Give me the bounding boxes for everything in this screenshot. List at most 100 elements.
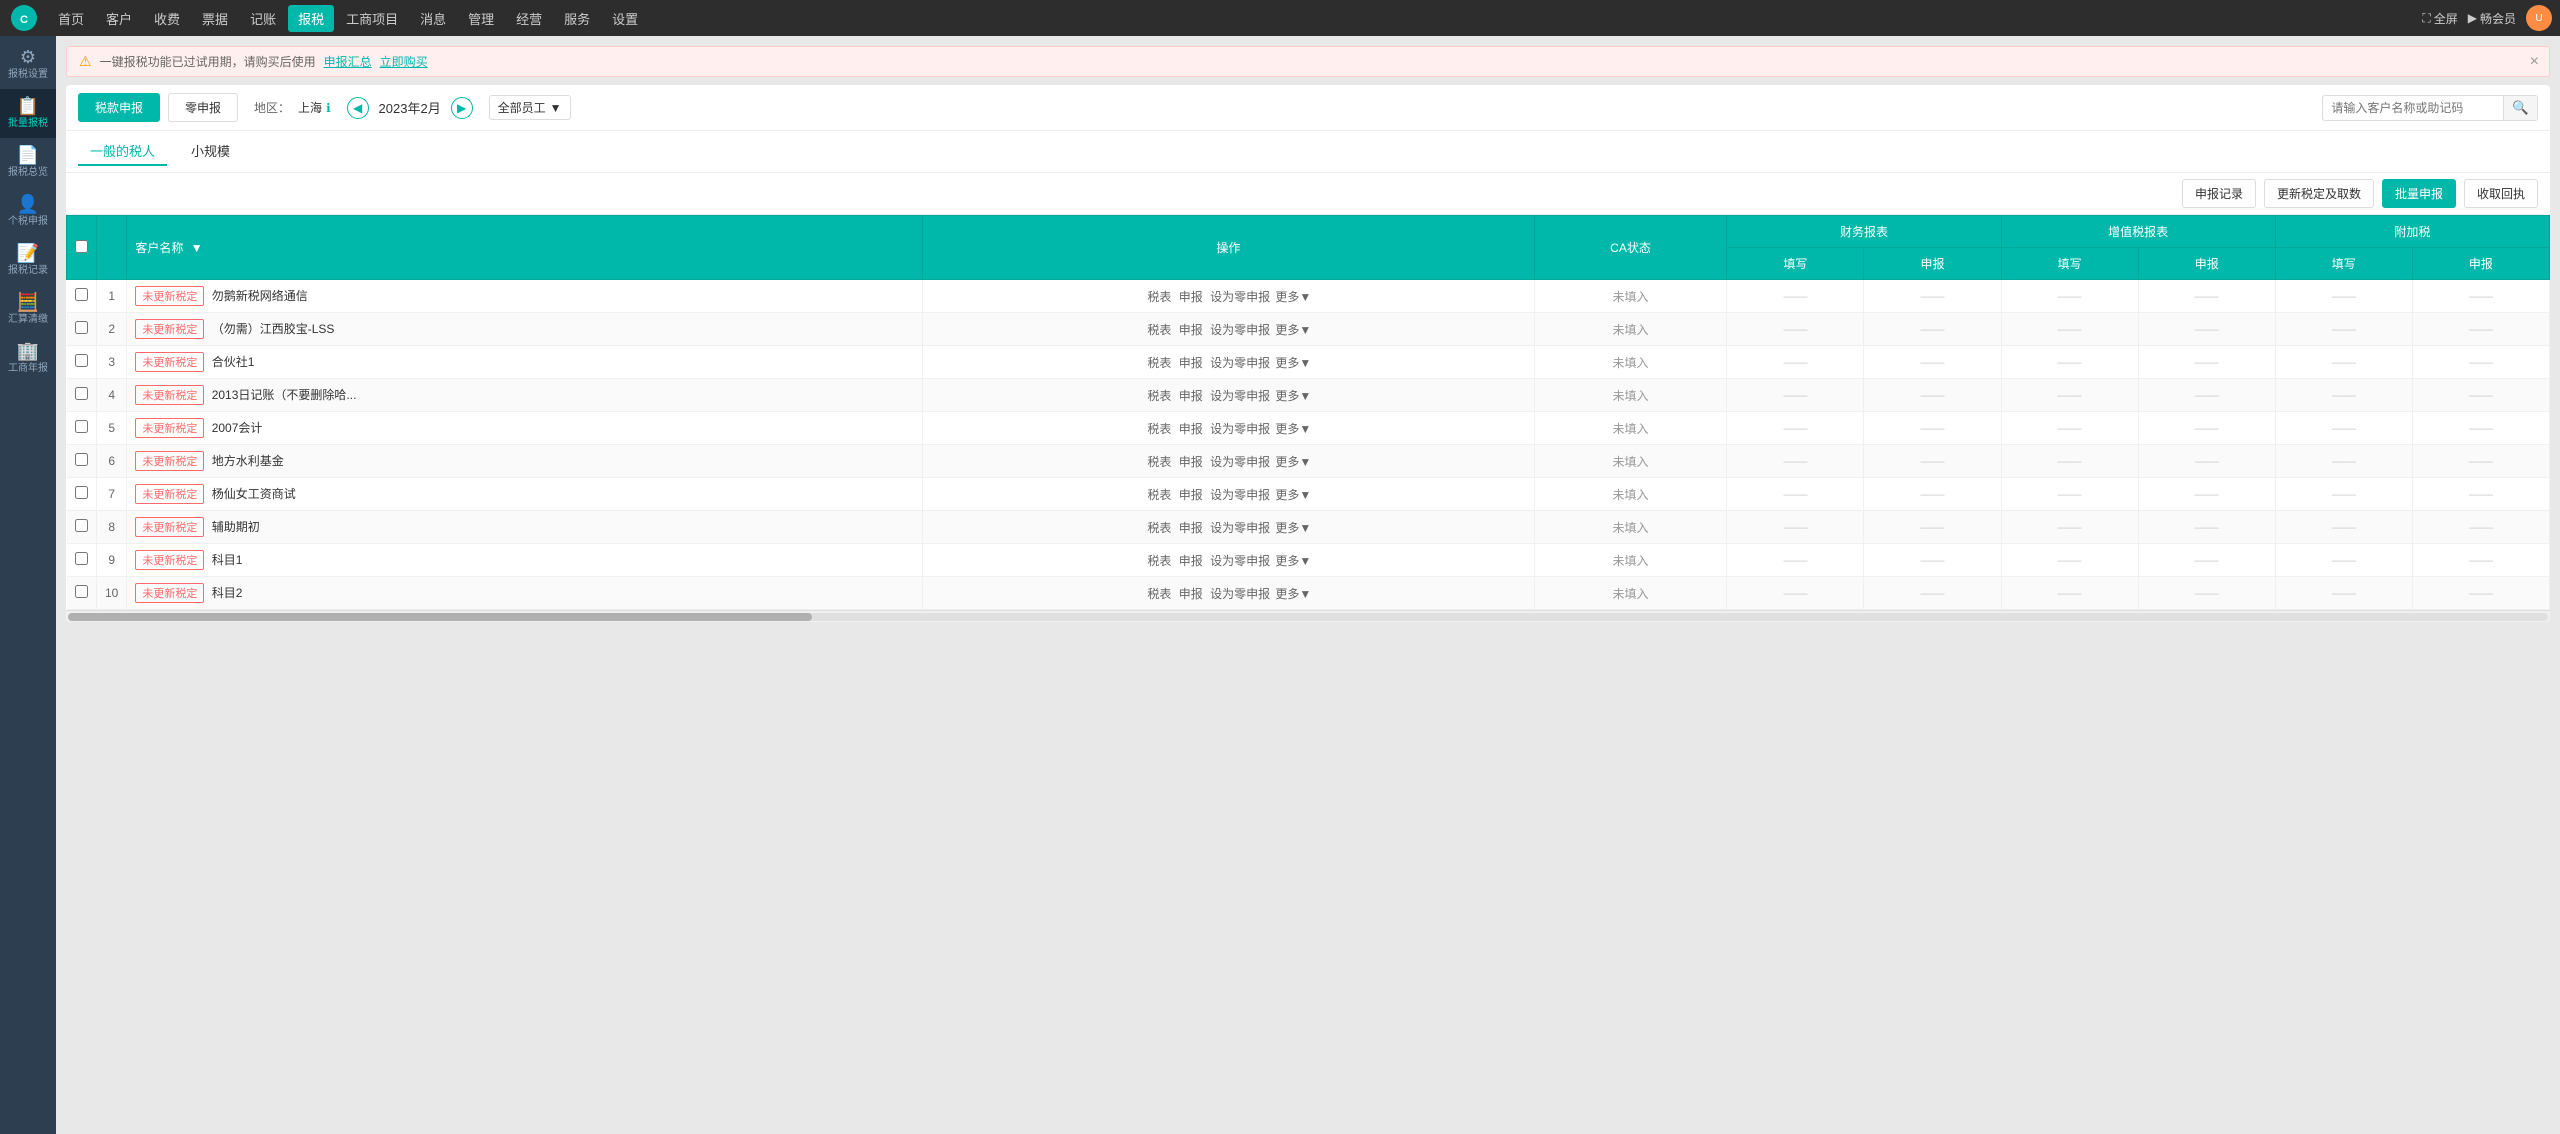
th-checkbox xyxy=(67,216,97,280)
op-declare[interactable]: 申报 xyxy=(1179,488,1203,502)
next-month-button[interactable]: ▶ xyxy=(451,97,473,119)
op-declare[interactable]: 申报 xyxy=(1179,323,1203,337)
op-declare[interactable]: 申报 xyxy=(1179,455,1203,469)
row-checkbox[interactable] xyxy=(75,486,88,499)
fullscreen-button[interactable]: ⛶ 全屏 xyxy=(2422,10,2457,27)
row-fin-declare: —— xyxy=(1864,445,2001,478)
notice-close-button[interactable]: × xyxy=(2530,53,2539,71)
op-set-zero[interactable]: 设为零申报 xyxy=(1210,455,1270,469)
op-set-zero[interactable]: 设为零申报 xyxy=(1210,356,1270,370)
select-all-checkbox[interactable] xyxy=(75,240,88,253)
collect-receipt-button[interactable]: 收取回执 xyxy=(2464,179,2538,208)
nav-business[interactable]: 工商项目 xyxy=(336,5,408,32)
row-checkbox-cell xyxy=(67,478,97,511)
sidebar-item-annual-report[interactable]: 🏢 工商年报 xyxy=(0,334,56,383)
search-input[interactable] xyxy=(2323,97,2503,119)
op-more[interactable]: 更多▼ xyxy=(1275,554,1311,568)
op-set-zero[interactable]: 设为零申报 xyxy=(1210,488,1270,502)
notice-link-summary[interactable]: 申报汇总 xyxy=(324,53,372,70)
op-tax-form[interactable]: 税表 xyxy=(1147,323,1171,337)
user-avatar[interactable]: U xyxy=(2526,5,2552,31)
op-more[interactable]: 更多▼ xyxy=(1275,356,1311,370)
op-declare[interactable]: 申报 xyxy=(1179,587,1203,601)
op-more[interactable]: 更多▼ xyxy=(1275,488,1311,502)
op-tax-form[interactable]: 税表 xyxy=(1147,389,1171,403)
nav-operations[interactable]: 经营 xyxy=(506,5,552,32)
op-set-zero[interactable]: 设为零申报 xyxy=(1210,587,1270,601)
tab-small-scale[interactable]: 小规模 xyxy=(179,137,242,166)
op-tax-form[interactable]: 税表 xyxy=(1147,554,1171,568)
op-set-zero[interactable]: 设为零申报 xyxy=(1210,290,1270,304)
nav-messages[interactable]: 消息 xyxy=(410,5,456,32)
op-more[interactable]: 更多▼ xyxy=(1275,587,1311,601)
op-tax-form[interactable]: 税表 xyxy=(1147,356,1171,370)
sidebar-item-tax-overview[interactable]: 📄 报税总览 xyxy=(0,138,56,187)
op-more[interactable]: 更多▼ xyxy=(1275,422,1311,436)
customer-name-text: 2013日记账（不要删除哈... xyxy=(212,388,357,402)
sidebar-item-tax-settings[interactable]: ⚙ 报税设置 xyxy=(0,40,56,89)
row-checkbox-cell xyxy=(67,412,97,445)
search-button[interactable]: 🔍 xyxy=(2503,96,2537,120)
nav-management[interactable]: 管理 xyxy=(458,5,504,32)
op-declare[interactable]: 申报 xyxy=(1179,290,1203,304)
sort-icon[interactable]: ▼ xyxy=(191,241,203,255)
row-checkbox[interactable] xyxy=(75,453,88,466)
tab-tax-declaration[interactable]: 税款申报 xyxy=(78,93,160,122)
row-tax-declare: —— xyxy=(2138,313,2275,346)
op-set-zero[interactable]: 设为零申报 xyxy=(1210,323,1270,337)
op-more[interactable]: 更多▼ xyxy=(1275,455,1311,469)
sidebar-item-batch-tax[interactable]: 📋 批量报税 xyxy=(0,89,56,138)
op-declare[interactable]: 申报 xyxy=(1179,422,1203,436)
notice-link-buy[interactable]: 立即购买 xyxy=(380,53,428,70)
op-more[interactable]: 更多▼ xyxy=(1275,290,1311,304)
member-button[interactable]: ▶ 畅会员 xyxy=(2468,10,2516,27)
nav-accounting[interactable]: 记账 xyxy=(240,5,286,32)
op-tax-form[interactable]: 税表 xyxy=(1147,587,1171,601)
staff-selector[interactable]: 全部员工 ▼ xyxy=(489,95,571,120)
sidebar-item-tax-records[interactable]: 📝 报税记录 xyxy=(0,236,56,285)
row-checkbox[interactable] xyxy=(75,354,88,367)
prev-month-button[interactable]: ◀ xyxy=(347,97,369,119)
op-tax-form[interactable]: 税表 xyxy=(1147,488,1171,502)
row-checkbox[interactable] xyxy=(75,321,88,334)
op-more[interactable]: 更多▼ xyxy=(1275,389,1311,403)
nav-billing[interactable]: 收费 xyxy=(144,5,190,32)
nav-service[interactable]: 服务 xyxy=(554,5,600,32)
op-set-zero[interactable]: 设为零申报 xyxy=(1210,521,1270,535)
op-declare[interactable]: 申报 xyxy=(1179,389,1203,403)
op-more[interactable]: 更多▼ xyxy=(1275,521,1311,535)
row-checkbox[interactable] xyxy=(75,585,88,598)
op-set-zero[interactable]: 设为零申报 xyxy=(1210,554,1270,568)
nav-customer[interactable]: 客户 xyxy=(96,5,142,32)
op-tax-form[interactable]: 税表 xyxy=(1147,455,1171,469)
th-additional-tax: 附加税 xyxy=(2275,216,2549,248)
row-checkbox[interactable] xyxy=(75,420,88,433)
nav-settings[interactable]: 设置 xyxy=(602,5,648,32)
op-tax-form[interactable]: 税表 xyxy=(1147,290,1171,304)
horizontal-scrollbar[interactable] xyxy=(66,610,2550,622)
info-icon: ℹ xyxy=(326,101,331,115)
op-declare[interactable]: 申报 xyxy=(1179,554,1203,568)
nav-tax[interactable]: 报税 xyxy=(288,5,334,32)
declaration-records-button[interactable]: 申报记录 xyxy=(2182,179,2256,208)
op-tax-form[interactable]: 税表 xyxy=(1147,521,1171,535)
nav-home[interactable]: 首页 xyxy=(48,5,94,32)
row-checkbox[interactable] xyxy=(75,552,88,565)
op-more[interactable]: 更多▼ xyxy=(1275,323,1311,337)
tab-zero-declaration[interactable]: 零申报 xyxy=(168,93,238,122)
op-tax-form[interactable]: 税表 xyxy=(1147,422,1171,436)
sidebar-item-reconciliation[interactable]: 🧮 汇算清缴 xyxy=(0,285,56,334)
update-tax-data-button[interactable]: 更新税定及取数 xyxy=(2264,179,2374,208)
row-checkbox[interactable] xyxy=(75,288,88,301)
op-declare[interactable]: 申报 xyxy=(1179,356,1203,370)
op-declare[interactable]: 申报 xyxy=(1179,521,1203,535)
row-checkbox[interactable] xyxy=(75,519,88,532)
op-set-zero[interactable]: 设为零申报 xyxy=(1210,389,1270,403)
tab-general-taxpayer[interactable]: 一般的税人 xyxy=(78,137,167,166)
row-checkbox[interactable] xyxy=(75,387,88,400)
batch-declare-button[interactable]: 批量申报 xyxy=(2382,179,2456,208)
row-num: 5 xyxy=(97,412,127,445)
sidebar-item-personal-tax[interactable]: 👤 个税申报 xyxy=(0,187,56,236)
nav-invoice[interactable]: 票据 xyxy=(192,5,238,32)
op-set-zero[interactable]: 设为零申报 xyxy=(1210,422,1270,436)
